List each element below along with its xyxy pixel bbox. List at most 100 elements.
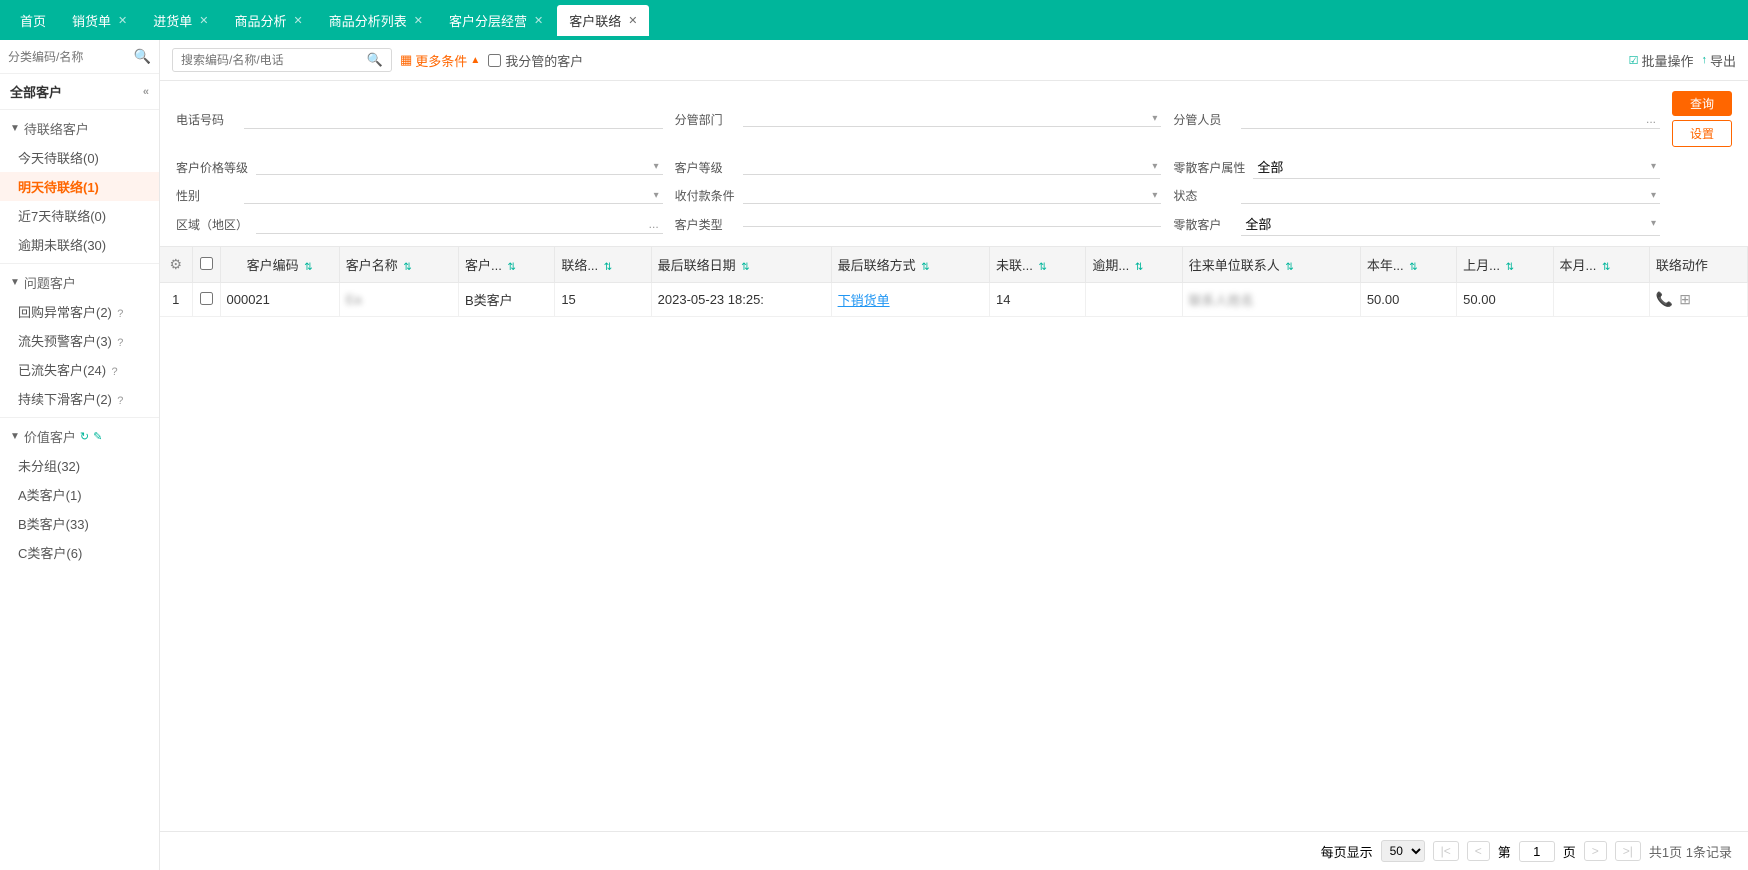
retail-customer-arrow-icon: ▾	[1651, 218, 1656, 229]
gender-arrow-icon: ▾	[654, 190, 659, 201]
sidebar-item-ungrouped[interactable]: 未分组(32)	[0, 451, 159, 480]
filter-status-select[interactable]: ▾	[1241, 188, 1660, 204]
sidebar-item-today-contact[interactable]: 今天待联络(0)	[0, 143, 159, 172]
collapse-icon: «	[143, 86, 149, 98]
sort-date-icon[interactable]: ⇅	[741, 262, 749, 273]
more-filter-button[interactable]: ▦ 更多条件 ▲	[400, 51, 480, 70]
per-page-select[interactable]: 50	[1381, 840, 1425, 862]
close-purchase-order-icon[interactable]: ✕	[199, 14, 208, 27]
sort-ctype-icon[interactable]: ⇅	[507, 262, 515, 273]
more-action-icon[interactable]: ⊞	[1679, 291, 1691, 308]
filter-phone-input[interactable]	[244, 110, 663, 129]
filter-division-dept-select[interactable]: ▾	[743, 111, 1162, 127]
filter-customer-type-select[interactable]	[743, 222, 1162, 227]
sidebar-item-repurchase-abnormal[interactable]: 回购异常客户(2) ?	[0, 297, 159, 326]
filter-region: 区域（地区） ...	[176, 215, 663, 234]
query-button[interactable]: 查询	[1672, 91, 1732, 116]
help-icon-0: ?	[117, 308, 123, 320]
last-page-button[interactable]: >|	[1615, 841, 1641, 861]
close-sales-order-icon[interactable]: ✕	[118, 14, 127, 27]
prev-page-button[interactable]: <	[1467, 841, 1490, 861]
setting-button[interactable]: 设置	[1672, 120, 1732, 147]
problem-customers-arrow: ▼	[10, 277, 20, 288]
filter-retail-customer-select[interactable]: 全部 ▾	[1241, 212, 1660, 236]
pending-contact-group[interactable]: ▼ 待联络客户	[0, 114, 159, 143]
filter-customer-level-select[interactable]: ▾	[743, 159, 1162, 175]
close-product-analysis-icon[interactable]: ✕	[294, 14, 303, 27]
first-page-button[interactable]: |<	[1433, 841, 1459, 861]
value-customers-edit-icon[interactable]: ✎	[93, 430, 102, 443]
nav-purchase-order[interactable]: 进货单 ✕	[141, 5, 220, 36]
region-ellipsis-icon[interactable]: ...	[649, 217, 659, 231]
data-table-wrap: ⚙ 客户编码 ⇅ 客户名称 ⇅	[160, 247, 1748, 831]
sidebar-divider-1	[0, 109, 159, 110]
sort-name-icon[interactable]: ⇅	[403, 262, 411, 273]
batch-operation-button[interactable]: ☑ 批量操作	[1629, 51, 1694, 70]
division-person-ellipsis-icon[interactable]: ...	[1646, 112, 1656, 126]
row-checkbox[interactable]	[200, 292, 213, 305]
sidebar-item-class-c[interactable]: C类客户(6)	[0, 538, 159, 567]
cell-this-year: 50.00	[1360, 283, 1456, 317]
cell-contact-count: 15	[555, 283, 651, 317]
nav-product-analysis-list[interactable]: 商品分析列表 ✕	[317, 5, 435, 36]
sort-lmonth-icon[interactable]: ⇅	[1506, 262, 1514, 273]
value-customers-refresh-icon[interactable]: ↻	[80, 430, 89, 443]
filter-region-select[interactable]: ...	[256, 215, 663, 234]
close-customer-stratification-icon[interactable]: ✕	[534, 14, 543, 27]
sidebar-item-declining[interactable]: 持续下滑客户(2) ?	[0, 384, 159, 413]
filter-gender-select[interactable]: ▾	[244, 188, 663, 204]
search-input[interactable]	[181, 53, 367, 67]
batch-op-icon: ☑	[1629, 54, 1639, 67]
filter-payment: 收付款条件 ▾	[675, 187, 1162, 204]
col-header-last-contact-date: 最后联络日期 ⇅	[651, 247, 831, 283]
nav-customer-stratification[interactable]: 客户分层经营 ✕	[437, 5, 555, 36]
close-customer-contact-icon[interactable]: ✕	[628, 14, 637, 27]
pending-contact-arrow: ▼	[10, 123, 20, 134]
filter-price-level-select[interactable]: ▾	[256, 159, 663, 175]
nav-customer-contact[interactable]: 客户联络 ✕	[557, 5, 649, 36]
sort-code-icon[interactable]: ⇅	[304, 262, 312, 273]
filter-payment-select[interactable]: ▾	[743, 188, 1162, 204]
sort-overdue-icon[interactable]: ⇅	[1135, 262, 1143, 273]
sort-method-icon[interactable]: ⇅	[921, 262, 929, 273]
value-customers-group[interactable]: ▼ 价值客户 ↻ ✎	[0, 422, 159, 451]
search-icon[interactable]: 🔍	[367, 52, 383, 68]
sidebar-item-churned[interactable]: 已流失客户(24) ?	[0, 355, 159, 384]
nav-sales-order[interactable]: 销货单 ✕	[60, 5, 139, 36]
select-all-checkbox[interactable]	[200, 257, 213, 270]
sidebar-item-churn-warning[interactable]: 流失预警客户(3) ?	[0, 326, 159, 355]
gear-icon[interactable]: ⚙	[169, 256, 182, 272]
all-customers-header[interactable]: 全部客户 «	[0, 74, 159, 105]
cell-overdue	[1086, 283, 1182, 317]
sort-contact-icon[interactable]: ⇅	[604, 262, 612, 273]
sidebar-search-icon[interactable]: 🔍	[134, 48, 151, 65]
last-contact-method-link[interactable]: 下销货单	[838, 293, 890, 308]
close-product-analysis-list-icon[interactable]: ✕	[414, 14, 423, 27]
sidebar-item-class-a[interactable]: A类客户(1)	[0, 480, 159, 509]
my-customer-checkbox[interactable]	[488, 54, 501, 67]
export-button[interactable]: ↑ 导出	[1701, 51, 1736, 70]
sidebar-item-overdue-contact[interactable]: 逾期未联络(30)	[0, 230, 159, 259]
sidebar-item-7day-contact[interactable]: 近7天待联络(0)	[0, 201, 159, 230]
sort-tmonth-icon[interactable]: ⇅	[1602, 262, 1610, 273]
nav-home[interactable]: 首页	[8, 5, 58, 36]
filter-division-person-select[interactable]: ...	[1241, 110, 1660, 129]
top-navigation: 首页 销货单 ✕ 进货单 ✕ 商品分析 ✕ 商品分析列表 ✕ 客户分层经营 ✕ …	[0, 0, 1748, 40]
col-gear[interactable]: ⚙	[160, 247, 192, 283]
sidebar-search-input[interactable]	[8, 50, 134, 64]
sidebar-item-tomorrow-contact[interactable]: 明天待联络(1)	[0, 172, 159, 201]
my-customer-checkbox-wrap: 我分管的客户	[488, 51, 583, 70]
filter-retail-attr-select[interactable]: 全部 ▾	[1253, 155, 1660, 179]
call-action-icon[interactable]: 📞	[1656, 291, 1673, 308]
sort-uncontacted-icon[interactable]: ⇅	[1039, 262, 1047, 273]
sort-unit-icon[interactable]: ⇅	[1285, 262, 1293, 273]
filter-arrow-up-icon: ▲	[470, 55, 480, 66]
sort-year-icon[interactable]: ⇅	[1409, 262, 1417, 273]
next-page-button[interactable]: >	[1584, 841, 1607, 861]
help-icon-1: ?	[117, 337, 123, 349]
nav-product-analysis[interactable]: 商品分析 ✕	[222, 5, 314, 36]
table-header-row: ⚙ 客户编码 ⇅ 客户名称 ⇅	[160, 247, 1748, 283]
sidebar-item-class-b[interactable]: B类客户(33)	[0, 509, 159, 538]
problem-customers-group[interactable]: ▼ 问题客户	[0, 268, 159, 297]
page-number-input[interactable]	[1519, 841, 1555, 862]
